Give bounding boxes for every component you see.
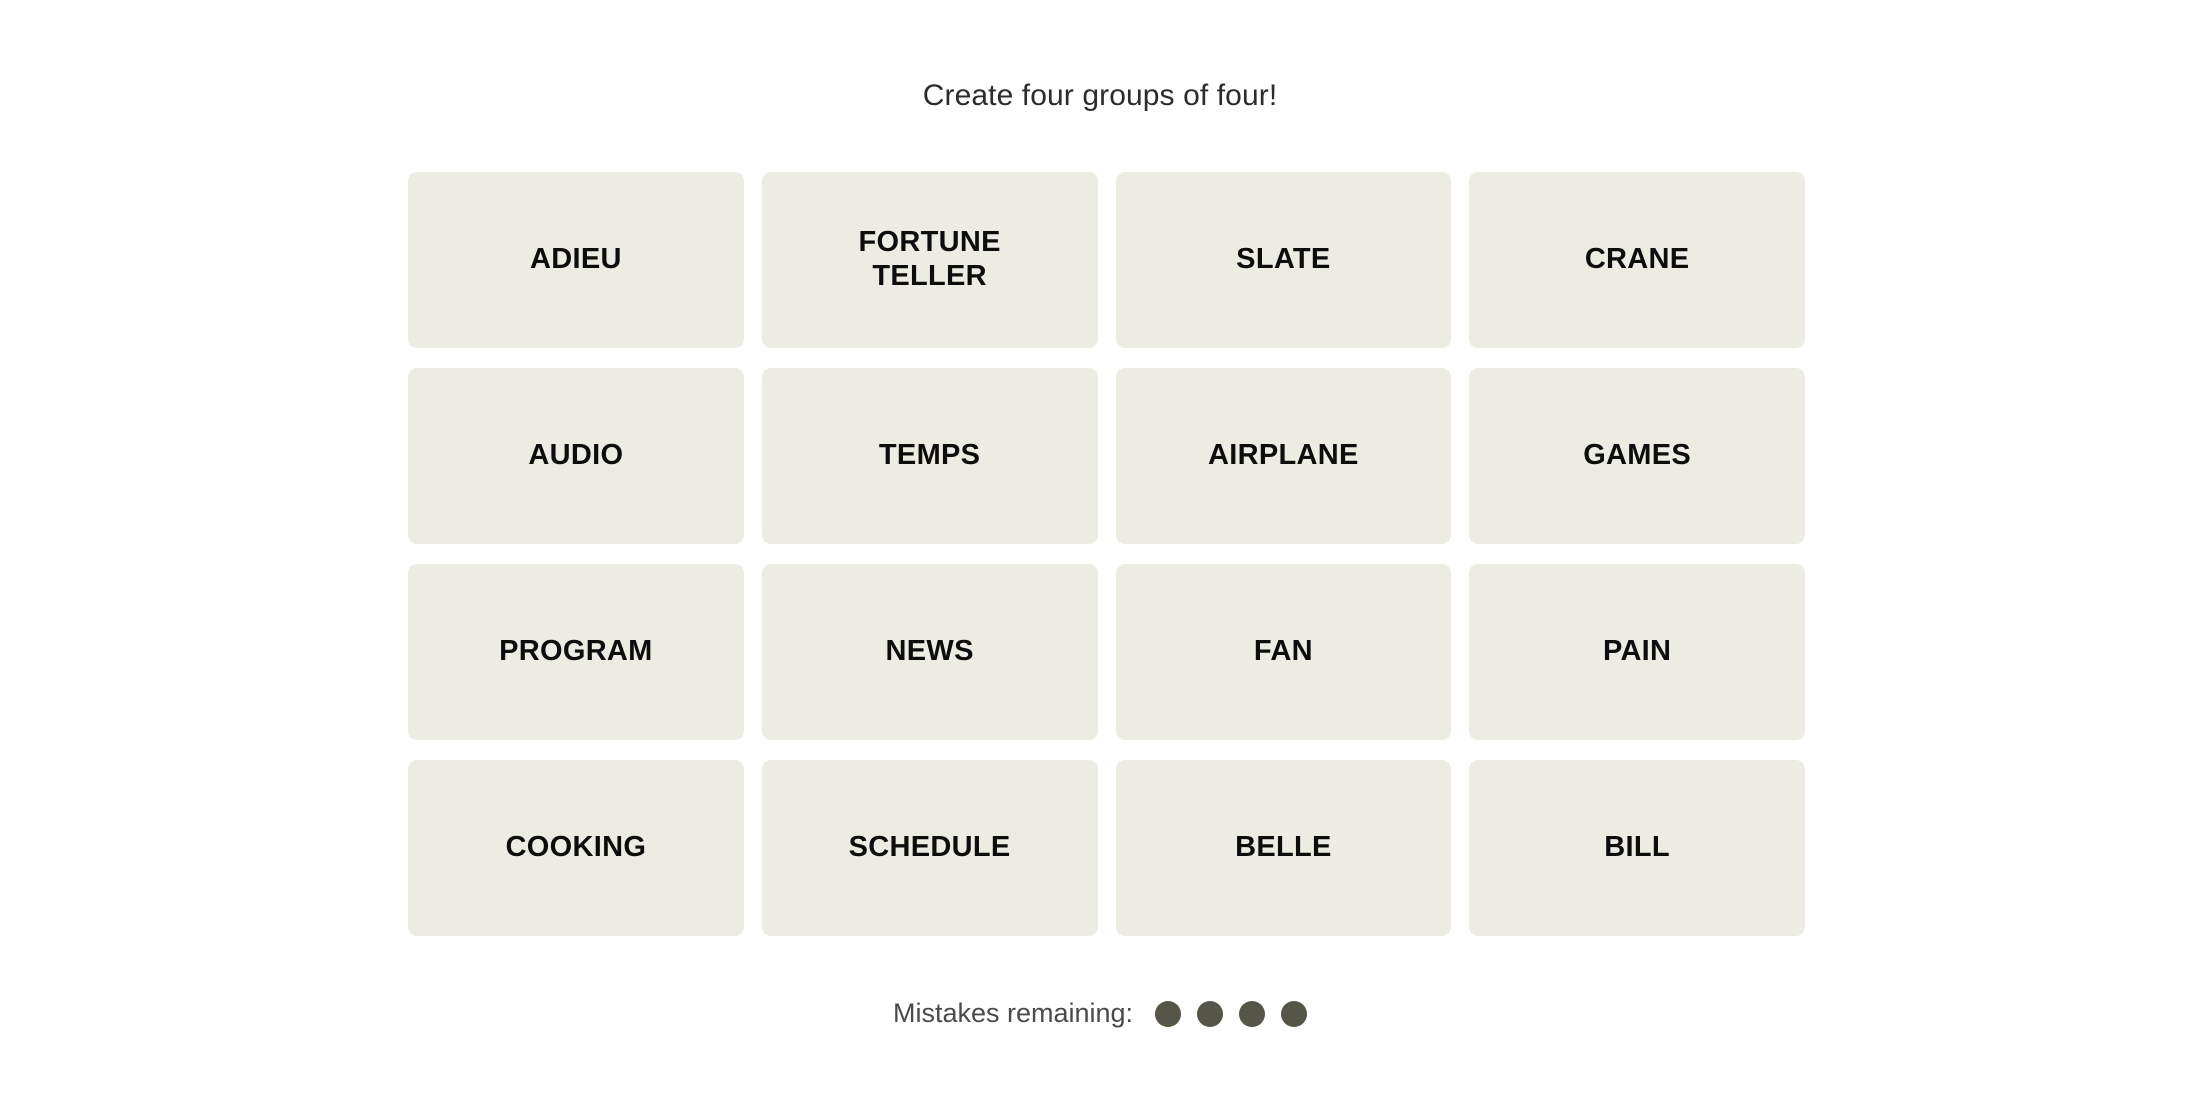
mistake-dot (1155, 1000, 1182, 1027)
word-tile-label: AIRPLANE (1208, 439, 1359, 472)
word-tile-label: TEMPS (878, 439, 981, 472)
word-tile[interactable]: PAIN (1469, 564, 1805, 740)
word-tile[interactable]: BELLE (1115, 760, 1452, 936)
mistakes-dots (1155, 1000, 1308, 1027)
mistakes-bar: Mistakes remaining: (0, 1000, 2200, 1027)
mistake-dot (1197, 1000, 1224, 1027)
word-tile[interactable]: ADIEU (408, 172, 744, 348)
mistake-dot (1239, 1000, 1266, 1027)
word-tile-label: BILL (1604, 831, 1670, 864)
word-tile-label: SCHEDULE (848, 831, 1011, 864)
word-tile-label: BELLE (1235, 831, 1332, 864)
mistakes-remaining-label: Mistakes remaining: (892, 998, 1134, 1028)
word-tile-label: PAIN (1602, 635, 1672, 668)
mistake-dot (1281, 1000, 1308, 1027)
word-tile[interactable]: AIRPLANE (1115, 368, 1452, 544)
connections-game-screen: Create four groups of four! ADIEU FORTUN… (0, 0, 2200, 1100)
word-tile[interactable]: FAN (1115, 564, 1452, 740)
word-tile-label: GAMES (1583, 439, 1692, 472)
word-tile[interactable]: BILL (1469, 760, 1805, 936)
word-tile[interactable]: SCHEDULE (761, 760, 1098, 936)
word-tile[interactable]: NEWS (761, 564, 1098, 740)
word-tile[interactable]: CRANE (1469, 172, 1805, 348)
word-grid: ADIEU FORTUNE TELLER SLATE CRANE AUDIO T… (408, 172, 1805, 936)
word-tile-label: COOKING (505, 831, 647, 864)
word-tile[interactable]: TEMPS (761, 368, 1098, 544)
word-tile-label: AUDIO (528, 439, 624, 472)
word-tile-label: FAN (1253, 635, 1313, 668)
word-tile-label: NEWS (885, 635, 974, 668)
word-tile-label: SLATE (1236, 243, 1331, 276)
word-tile[interactable]: SLATE (1115, 172, 1452, 348)
page-title: Create four groups of four! (922, 79, 1278, 112)
word-tile[interactable]: AUDIO (408, 368, 744, 544)
word-tile-label: CRANE (1584, 243, 1690, 276)
word-tile-label: ADIEU (530, 243, 622, 276)
word-tile[interactable]: GAMES (1469, 368, 1805, 544)
word-tile[interactable]: FORTUNE TELLER (761, 172, 1098, 348)
word-tile[interactable]: PROGRAM (408, 564, 744, 740)
word-tile[interactable]: COOKING (408, 760, 744, 936)
word-tile-label: FORTUNE TELLER (858, 226, 1001, 292)
word-tile-label: PROGRAM (499, 635, 653, 668)
